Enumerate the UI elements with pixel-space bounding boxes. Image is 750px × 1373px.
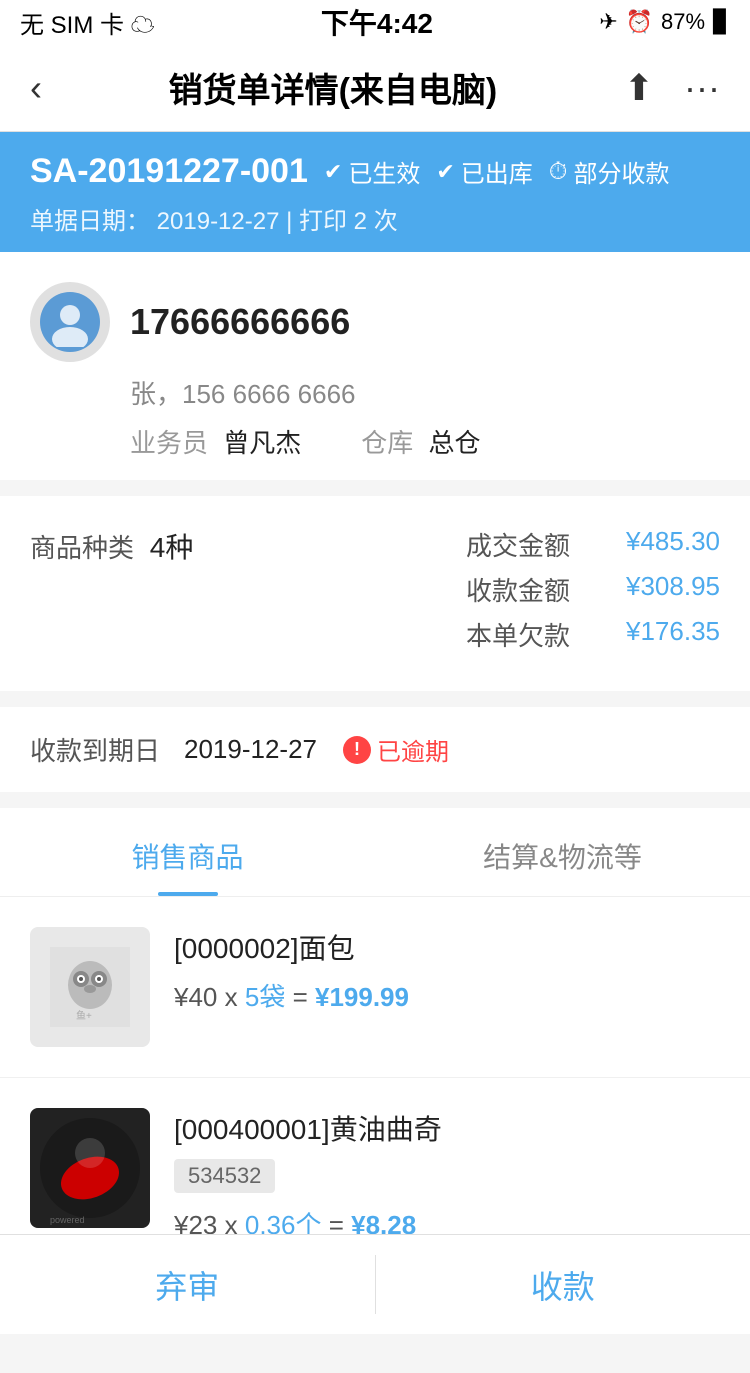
nav-right: ⬆ ··· — [624, 67, 720, 109]
tab-section: 销售商品 结算&物流等 — [0, 808, 750, 897]
warehouse-field: 仓库 总仓 — [361, 423, 480, 460]
debt-label: 本单欠款 — [466, 616, 570, 653]
customer-phone: 17666666666 — [130, 301, 350, 343]
summary-main-row: 商品种类 4种 成交金额 ¥485.30 收款金额 ¥308.95 本单欠款 ¥… — [30, 526, 720, 661]
overdue-badge: ! 已逾期 — [343, 732, 449, 767]
status-time: 下午4:42 — [321, 2, 433, 42]
customer-meta: 业务员 曾凡杰 仓库 总仓 — [30, 423, 720, 460]
order-date-row: 单据日期： 2019-12-27 | 打印 2 次 — [30, 201, 720, 236]
product-type-label: 商品种类 — [30, 533, 134, 563]
check-icon-effective: ✔ — [324, 159, 342, 185]
more-button[interactable]: ··· — [684, 67, 720, 109]
svg-text:鱼+: 鱼+ — [76, 1009, 92, 1022]
status-right: ✈ ⏰ 87% ▊ — [599, 9, 730, 35]
avatar-icon — [40, 292, 100, 352]
alarm-icon: ⏰ — [626, 9, 653, 35]
nav-bar: ‹ 销货单详情(来自电脑) ⬆ ··· — [0, 44, 750, 132]
status-left: 无 SIM 卡 ☁ — [20, 5, 155, 40]
summary-section: 商品种类 4种 成交金额 ¥485.30 收款金额 ¥308.95 本单欠款 ¥… — [0, 496, 750, 691]
share-button[interactable]: ⬆ — [624, 67, 654, 109]
product-type-count: 4种 — [150, 532, 194, 563]
received-row: 收款金额 ¥308.95 — [466, 571, 720, 608]
back-button[interactable]: ‹ — [30, 67, 42, 109]
warehouse-label: 仓库 — [361, 428, 413, 458]
received-label: 收款金额 — [466, 571, 570, 608]
customer-section: 17666666666 张，156 6666 6666 业务员 曾凡杰 仓库 总… — [0, 252, 750, 480]
transaction-label: 成交金额 — [466, 526, 570, 563]
avatar — [30, 282, 110, 362]
location-icon: ✈ — [599, 9, 617, 35]
product-type-field: 商品种类 4种 — [30, 526, 193, 566]
product-thumb-1: 鱼+ — [30, 927, 150, 1047]
tab-settlement[interactable]: 结算&物流等 — [375, 808, 750, 896]
order-header-banner: SA-20191227-001 ✔ 已生效 ✔ 已出库 ⏱ 部分收款 单据日期：… — [0, 132, 750, 252]
customer-contact: 张，156 6666 6666 — [30, 374, 720, 411]
salesperson-label: 业务员 — [130, 428, 208, 458]
debt-amount: ¥176.35 — [600, 616, 720, 653]
battery-icon: ▊ — [713, 9, 730, 35]
salesperson-field: 业务员 曾凡杰 — [130, 423, 301, 460]
bottom-bar: 弃审 收款 — [0, 1234, 750, 1334]
status-bar: 无 SIM 卡 ☁ 下午4:42 ✈ ⏰ 87% ▊ — [0, 0, 750, 44]
clock-icon: ⏱ — [549, 158, 568, 186]
price-base-1: ¥40 — [174, 982, 217, 1012]
product-info-1: [0000002]面包 ¥40 x 5袋 = ¥199.99 — [174, 927, 720, 1047]
order-id-row: SA-20191227-001 ✔ 已生效 ✔ 已出库 ⏱ 部分收款 — [30, 152, 720, 191]
battery-text: 87% — [661, 9, 705, 35]
status-payment: ⏱ 部分收款 — [549, 154, 670, 189]
amounts-column: 成交金额 ¥485.30 收款金额 ¥308.95 本单欠款 ¥176.35 — [466, 526, 720, 661]
due-section: 收款到期日 2019-12-27 ! 已逾期 — [0, 707, 750, 792]
product-name-1: [0000002]面包 — [174, 927, 720, 967]
warehouse-value: 总仓 — [429, 428, 481, 458]
product-info-2: [000400001]黄油曲奇 534532 ¥23 x 0.36个 = ¥8.… — [174, 1108, 720, 1242]
cancel-button[interactable]: 弃审 — [0, 1235, 375, 1334]
tab-sales-products-label: 销售商品 — [131, 842, 243, 873]
overdue-text: 已逾期 — [377, 732, 449, 767]
page-title: 销货单详情(来自电脑) — [169, 63, 498, 112]
order-id-text: SA-20191227-001 — [30, 152, 308, 191]
product-price-1: ¥40 x 5袋 = ¥199.99 — [174, 977, 720, 1014]
order-date-value: 2019-12-27 — [157, 208, 280, 235]
product-sku-2: 534532 — [174, 1159, 275, 1193]
product-thumb-2: powered — [30, 1108, 150, 1228]
product-item: 鱼+ [0000002]面包 ¥40 x 5袋 = ¥199.99 — [0, 897, 750, 1078]
price-qty-1: 5袋 — [245, 982, 285, 1012]
sim-text: 无 SIM 卡 ☁ — [20, 5, 155, 40]
tab-sales-products[interactable]: 销售商品 — [0, 808, 375, 896]
tab-bar: 销售商品 结算&物流等 — [0, 808, 750, 897]
tab-settlement-label: 结算&物流等 — [483, 842, 642, 873]
product-list: 鱼+ [0000002]面包 ¥40 x 5袋 = ¥199.99 powere… — [0, 897, 750, 1273]
debt-row: 本单欠款 ¥176.35 — [466, 616, 720, 653]
price-total-1: ¥199.99 — [315, 982, 409, 1012]
status-effective: ✔ 已生效 — [324, 154, 420, 189]
product-name-2: [000400001]黄油曲奇 — [174, 1108, 720, 1148]
svg-text:powered: powered — [50, 1215, 85, 1225]
transaction-row: 成交金额 ¥485.30 — [466, 526, 720, 563]
due-label: 收款到期日 — [30, 731, 160, 768]
salesperson-value: 曾凡杰 — [223, 428, 301, 458]
transaction-amount: ¥485.30 — [600, 526, 720, 563]
status-delivered: ✔ 已出库 — [436, 154, 532, 189]
confirm-button[interactable]: 收款 — [376, 1235, 750, 1334]
due-date-value: 2019-12-27 — [184, 734, 317, 765]
check-icon-delivered: ✔ — [436, 159, 454, 185]
overdue-icon: ! — [343, 736, 371, 764]
received-amount: ¥308.95 — [600, 571, 720, 608]
print-info: | 打印 2 次 — [286, 208, 398, 235]
customer-main-row: 17666666666 — [30, 282, 720, 362]
date-label: 单据日期： — [30, 208, 150, 235]
